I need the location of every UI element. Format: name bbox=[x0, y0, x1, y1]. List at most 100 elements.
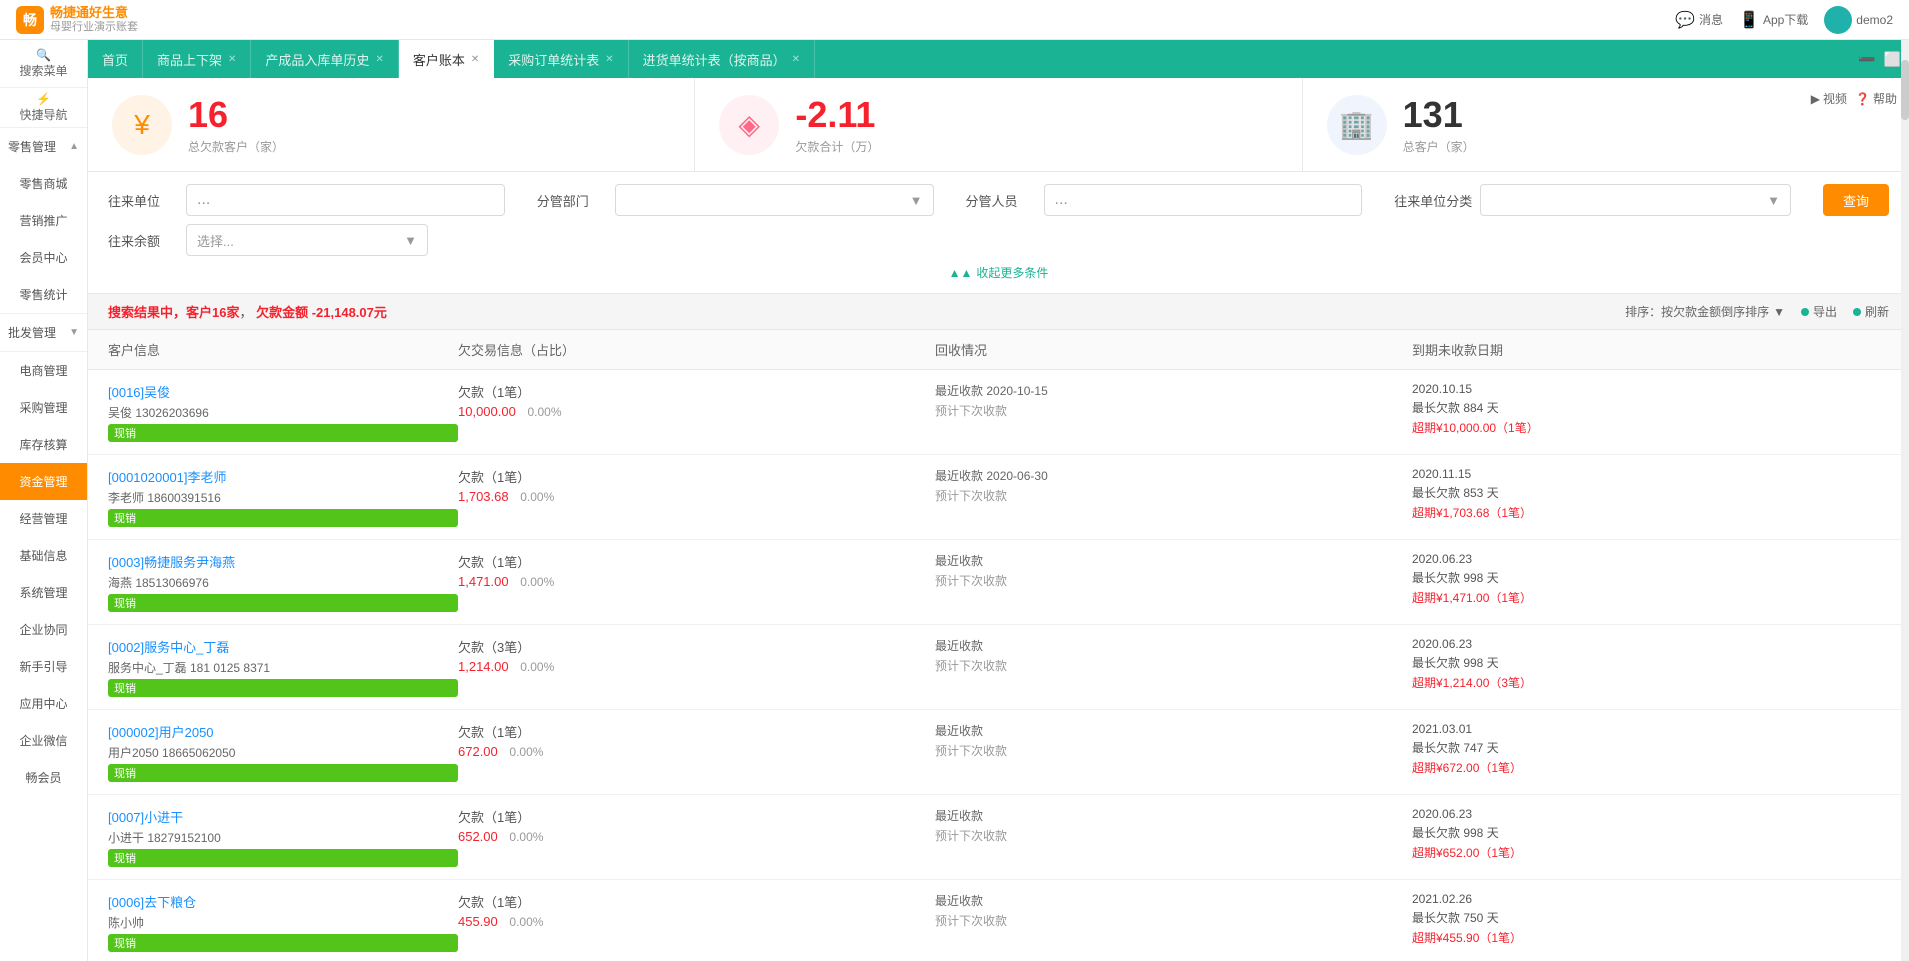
sidebar-item-wholesale-mgmt[interactable]: 批发管理 ▼ bbox=[0, 314, 87, 351]
overdue-link-5[interactable]: 超期¥652.00（1笔） bbox=[1412, 844, 1889, 861]
tab-purchase-stats[interactable]: 采购订单统计表 ✕ bbox=[494, 40, 628, 78]
scrollbar-track bbox=[1901, 40, 1909, 961]
customer-name-0[interactable]: [0016]吴俊 bbox=[108, 382, 458, 401]
sidebar-item-vip[interactable]: 畅会员 bbox=[0, 759, 87, 796]
message-icon: 💬 bbox=[1675, 10, 1695, 30]
from-unit-input[interactable]: ... bbox=[186, 184, 505, 216]
sidebar-item-member[interactable]: 会员中心 bbox=[0, 239, 87, 276]
tab-inbound-stats[interactable]: 进货单统计表（按商品） ✕ bbox=[629, 40, 815, 78]
building-icon: 🏢 bbox=[1327, 95, 1387, 155]
sidebar-item-marketing[interactable]: 营销推广 bbox=[0, 202, 87, 239]
search-button[interactable]: 查询 bbox=[1823, 184, 1889, 216]
customer-name-3[interactable]: [0002]服务中心_丁磊 bbox=[108, 637, 458, 656]
customer-name-4[interactable]: [000002]用户2050 bbox=[108, 722, 458, 741]
unit-category-select[interactable]: ▼ bbox=[1480, 184, 1791, 216]
collapse-btn[interactable]: ▲▲ 收起更多条件 bbox=[108, 264, 1889, 281]
sidebar-item-enterprise[interactable]: 企业协同 bbox=[0, 611, 87, 648]
person-label: 分管人员 bbox=[966, 191, 1036, 210]
app-download-btn[interactable]: 📱 App下载 bbox=[1739, 10, 1808, 30]
export-dot bbox=[1801, 308, 1809, 316]
customer-phone-5: 小进干 18279152100 bbox=[108, 829, 458, 846]
overdue-link-4[interactable]: 超期¥672.00（1笔） bbox=[1412, 759, 1889, 776]
sort-label: 排序：按欠款金额倒序排序 bbox=[1625, 303, 1769, 320]
results-count: 搜索结果中，客户16家 bbox=[108, 305, 239, 320]
overdue-link-1[interactable]: 超期¥1,703.68（1笔） bbox=[1412, 504, 1889, 521]
table-container: 客户信息 欠交易信息（占比） 回收情况 到期未收款日期 [0016]吴俊 吴俊 … bbox=[88, 330, 1909, 961]
person-input[interactable]: ... bbox=[1044, 184, 1363, 216]
tab-products-close[interactable]: ✕ bbox=[228, 54, 236, 65]
overdue-info-2: 2020.06.23 最长欠款 998 天 超期¥1,471.00（1笔） bbox=[1412, 552, 1889, 606]
maximize-icon[interactable]: ⬜ bbox=[1884, 51, 1901, 68]
help-btn[interactable]: ❓ 帮助 bbox=[1855, 90, 1897, 107]
sidebar-item-app-center[interactable]: 应用中心 bbox=[0, 685, 87, 722]
sidebar-item-retail-mgmt[interactable]: 零售管理 ▲ bbox=[0, 128, 87, 165]
tab-purchase-stats-close[interactable]: ✕ bbox=[605, 54, 613, 65]
dept-select[interactable]: ▼ bbox=[615, 184, 934, 216]
results-sort[interactable]: 排序：按欠款金额倒序排序 ▼ bbox=[1625, 303, 1785, 320]
overdue-info-4: 2021.03.01 最长欠款 747 天 超期¥672.00（1笔） bbox=[1412, 722, 1889, 776]
customer-phone-1: 李老师 18600391516 bbox=[108, 489, 458, 506]
yuan-icon: ¥ bbox=[112, 95, 172, 155]
customer-name-6[interactable]: [0006]去下粮仓 bbox=[108, 892, 458, 911]
overdue-days-2: 最长欠款 998 天 bbox=[1412, 569, 1889, 586]
overdue-days-6: 最长欠款 750 天 bbox=[1412, 909, 1889, 926]
tab-customer-account-close[interactable]: ✕ bbox=[471, 54, 479, 65]
sidebar-item-operations[interactable]: 经营管理 bbox=[0, 500, 87, 537]
message-btn[interactable]: 💬 消息 bbox=[1675, 10, 1723, 30]
sidebar-search[interactable]: 🔍 搜索菜单 bbox=[0, 40, 87, 88]
tab-customer-account[interactable]: 客户账本 ✕ bbox=[399, 40, 494, 78]
video-btn[interactable]: ▶ 视频 bbox=[1811, 90, 1847, 107]
debt-percent-5: 0.00% bbox=[509, 830, 543, 844]
page-content: ¥ 16 总欠款客户（家） ◈ -2.11 欠款合计（万） bbox=[88, 78, 1909, 961]
overdue-link-0[interactable]: 超期¥10,000.00（1笔） bbox=[1412, 419, 1889, 436]
sidebar-item-system[interactable]: 系统管理 bbox=[0, 574, 87, 611]
tab-home[interactable]: 首页 bbox=[88, 40, 143, 78]
customer-name-5[interactable]: [0007]小进干 bbox=[108, 807, 458, 826]
minimize-icon[interactable]: ➖ bbox=[1858, 51, 1875, 68]
customer-name-1[interactable]: [0001020001]李老师 bbox=[108, 467, 458, 486]
overdue-days-0: 最长欠款 884 天 bbox=[1412, 399, 1889, 416]
top-bar-left: 畅 畅捷通好生意 母婴行业演示账套 bbox=[16, 5, 138, 34]
sidebar-item-ecommerce[interactable]: 电商管理 bbox=[0, 352, 87, 389]
sidebar-item-finance[interactable]: 资金管理 bbox=[0, 463, 87, 500]
filter-col-from-unit: 往来单位 ... bbox=[108, 184, 521, 216]
balance-select[interactable]: 选择... ▼ bbox=[186, 224, 428, 256]
sidebar-item-wechat[interactable]: 企业微信 bbox=[0, 722, 87, 759]
sidebar-item-basic[interactable]: 基础信息 bbox=[0, 537, 87, 574]
sidebar-item-inventory[interactable]: 库存核算 bbox=[0, 426, 87, 463]
payback-recent-0: 最近收款 2020-10-15 bbox=[935, 382, 1412, 399]
sidebar-item-retail-mall[interactable]: 零售商城 bbox=[0, 165, 87, 202]
sidebar-item-retail-stats[interactable]: 零售统计 bbox=[0, 276, 87, 313]
overdue-info-5: 2020.06.23 最长欠款 998 天 超期¥652.00（1笔） bbox=[1412, 807, 1889, 861]
sidebar-item-purchase[interactable]: 采购管理 bbox=[0, 389, 87, 426]
debtors-number: 16 bbox=[188, 94, 284, 136]
overdue-link-3[interactable]: 超期¥1,214.00（3笔） bbox=[1412, 674, 1889, 691]
scrollbar-thumb[interactable] bbox=[1901, 60, 1909, 120]
sort-arrow-icon: ▼ bbox=[1773, 305, 1785, 319]
sidebar-nav[interactable]: ⚡ 快捷导航 bbox=[0, 88, 87, 128]
message-label: 消息 bbox=[1699, 11, 1723, 28]
help-icon: ❓ bbox=[1855, 92, 1870, 106]
export-btn[interactable]: 导出 bbox=[1801, 303, 1837, 320]
payback-recent-1: 最近收款 2020-06-30 bbox=[935, 467, 1412, 484]
customer-name-2[interactable]: [0003]畅捷服务尹海燕 bbox=[108, 552, 458, 571]
table-row: [0002]服务中心_丁磊 服务中心_丁磊 181 0125 8371 现销 欠… bbox=[88, 625, 1909, 710]
sidebar-section-retail: 零售管理 ▲ 零售商城 营销推广 会员中心 零售统计 bbox=[0, 128, 87, 314]
payback-info-0: 最近收款 2020-10-15 预计下次收款 bbox=[935, 382, 1412, 419]
sidebar-item-guide[interactable]: 新手引导 bbox=[0, 648, 87, 685]
tab-inbound-stats-close[interactable]: ✕ bbox=[792, 54, 800, 65]
sidebar-item-wechat-label: 企业微信 bbox=[19, 732, 67, 749]
overdue-link-2[interactable]: 超期¥1,471.00（1笔） bbox=[1412, 589, 1889, 606]
tab-products[interactable]: 商品上下架 ✕ bbox=[143, 40, 251, 78]
overdue-link-6[interactable]: 超期¥455.90（1笔） bbox=[1412, 929, 1889, 946]
debtors-label: 总欠款客户（家） bbox=[188, 138, 284, 155]
tab-production-close[interactable]: ✕ bbox=[375, 54, 383, 65]
from-unit-dots: ... bbox=[197, 192, 210, 208]
total-customers-label: 总客户（家） bbox=[1403, 138, 1475, 155]
logo-icon: 畅 bbox=[16, 6, 44, 34]
refresh-btn[interactable]: 刷新 bbox=[1853, 303, 1889, 320]
payback-info-2: 最近收款 预计下次收款 bbox=[935, 552, 1412, 589]
user-area[interactable]: demo2 bbox=[1824, 6, 1893, 34]
tab-production[interactable]: 产成品入库单历史 ✕ bbox=[251, 40, 398, 78]
avatar bbox=[1824, 6, 1852, 34]
